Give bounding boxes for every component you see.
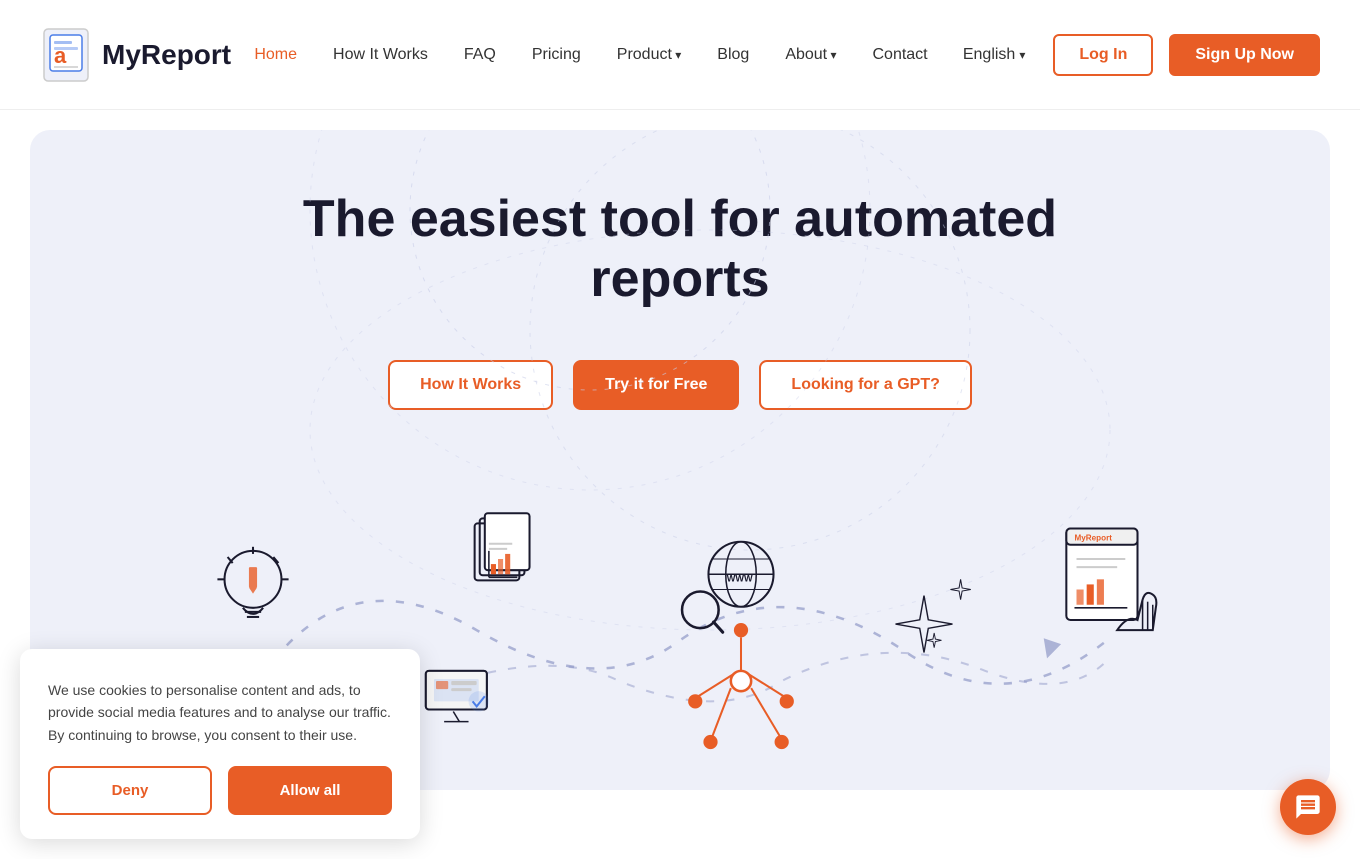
network-icon: [688, 623, 794, 749]
myreport-output-icon: MyReport: [1066, 528, 1156, 630]
nav-blog[interactable]: Blog: [717, 46, 749, 63]
document-icon: [475, 513, 530, 580]
how-it-works-button[interactable]: How It Works: [388, 360, 553, 410]
search-globe-icon: WWW: [682, 541, 774, 631]
try-free-button[interactable]: Try it for Free: [573, 360, 739, 410]
login-button[interactable]: Log In: [1053, 34, 1153, 76]
nav-pricing[interactable]: Pricing: [532, 46, 581, 63]
svg-text:a: a: [54, 43, 67, 68]
allow-all-button[interactable]: Allow all: [228, 766, 392, 815]
chat-button[interactable]: [1280, 779, 1336, 835]
brand-name: MyReport: [102, 39, 231, 71]
nav-product[interactable]: Product: [617, 46, 682, 63]
nav-right: English Log In Sign Up Now: [951, 34, 1320, 76]
nav-how-it-works[interactable]: How It Works: [333, 46, 428, 63]
sparkles-icon: [896, 579, 971, 652]
nav-faq[interactable]: FAQ: [464, 46, 496, 63]
cookie-text: We use cookies to personalise content an…: [48, 679, 392, 746]
deny-button[interactable]: Deny: [48, 766, 212, 815]
lightbulb-icon: [217, 546, 288, 616]
cookie-banner: We use cookies to personalise content an…: [20, 649, 420, 839]
svg-text:MyReport: MyReport: [1074, 533, 1112, 542]
svg-text:WWW: WWW: [727, 573, 753, 583]
logo-link[interactable]: a MyReport: [40, 25, 231, 85]
hero-buttons: How It Works Try it for Free Looking for…: [70, 360, 1290, 410]
signup-button[interactable]: Sign Up Now: [1169, 34, 1320, 76]
hero-title: The easiest tool for automated reports: [230, 190, 1130, 310]
nav-contact[interactable]: Contact: [872, 46, 927, 63]
nav-links: Home How It Works FAQ Pricing Product Bl…: [254, 46, 927, 64]
cookie-buttons: Deny Allow all: [48, 766, 392, 815]
nav-about[interactable]: About: [785, 46, 836, 63]
gpt-button[interactable]: Looking for a GPT?: [759, 360, 971, 410]
nav-home[interactable]: Home: [254, 46, 297, 63]
navbar: a MyReport Home How It Works FAQ Pricing…: [0, 0, 1360, 110]
logo-icon: a: [40, 25, 92, 85]
language-selector[interactable]: English: [951, 38, 1038, 72]
chat-icon: [1294, 793, 1322, 821]
monitor-icon: [426, 670, 489, 721]
